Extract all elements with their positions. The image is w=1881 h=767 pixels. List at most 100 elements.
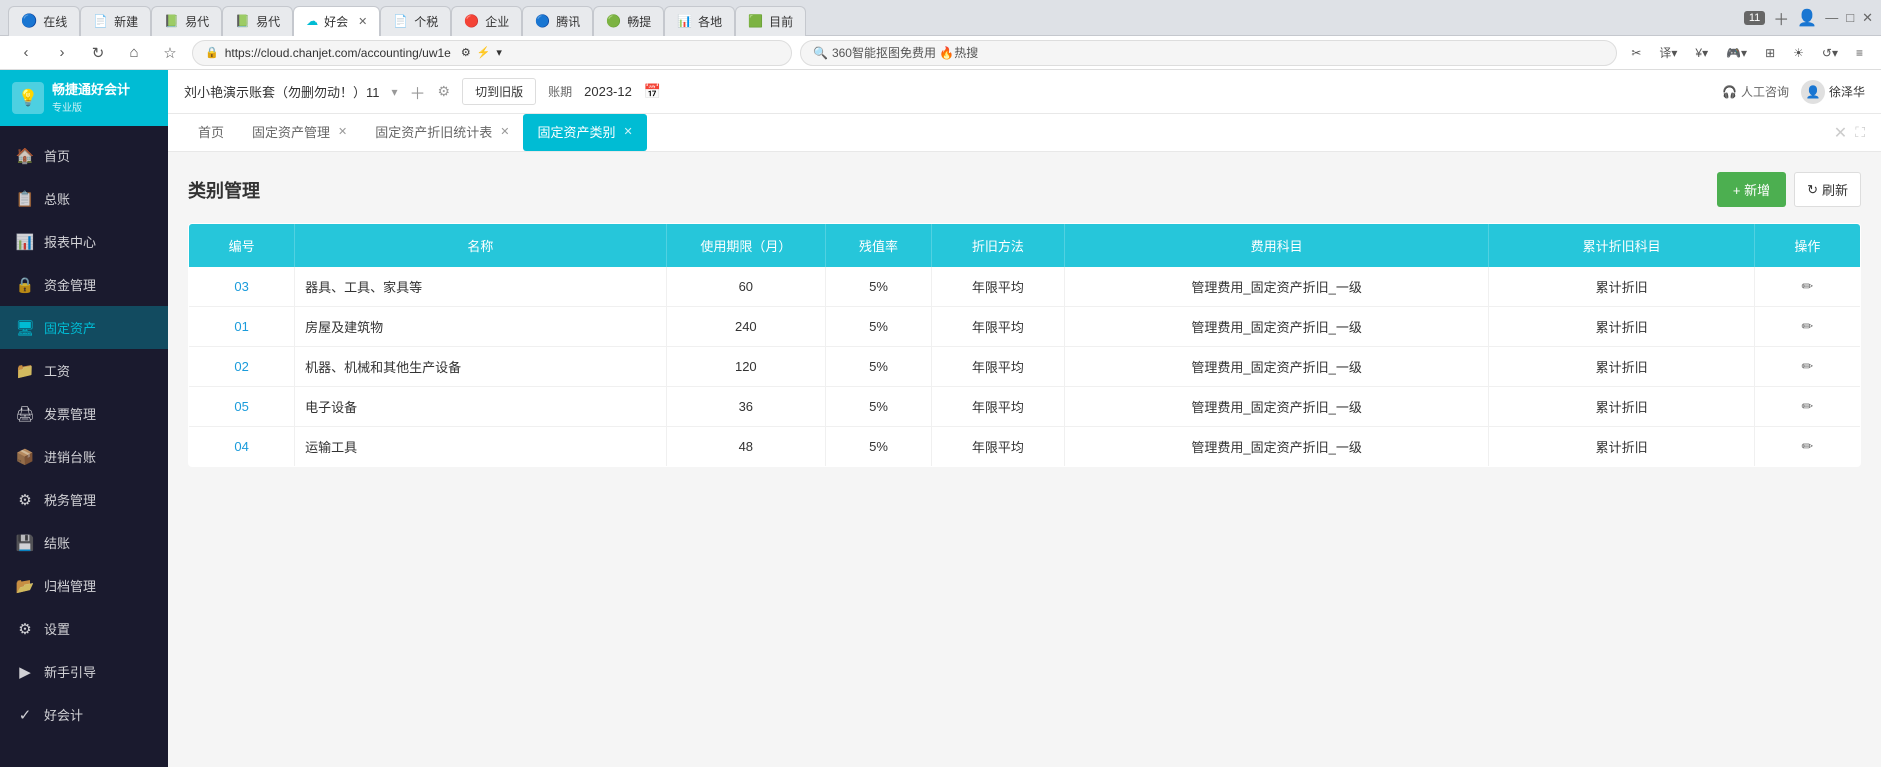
game-tool[interactable]: 🎮▾: [1720, 44, 1753, 62]
header-name: 名称: [295, 224, 667, 268]
sidebar-item-archive[interactable]: 📂 归档管理: [0, 564, 168, 607]
tab-yidai1[interactable]: 📗 易代: [151, 6, 222, 36]
sidebar-item-newbie-guide[interactable]: ▶ 新手引导: [0, 650, 168, 693]
tab-asset-category[interactable]: 固定资产类别 ✕: [523, 114, 646, 151]
sidebar-item-fixed-asset[interactable]: 🖥 固定资产: [0, 306, 168, 349]
sidebar-item-checkout[interactable]: 💾 结账: [0, 521, 168, 564]
add-company-icon[interactable]: ＋: [410, 80, 426, 104]
address-bar: ‹ › ↻ ⌂ ☆ 🔒 https://cloud.chanjet.com/ac…: [0, 36, 1881, 70]
sidebar-item-invoice[interactable]: 🖨 发票管理: [0, 392, 168, 435]
tab-home-label: 首页: [198, 122, 224, 141]
sidebar-item-salary[interactable]: 📁 工资: [0, 349, 168, 392]
tab-label: 各地: [698, 13, 722, 30]
cell-action: ✏: [1754, 267, 1860, 307]
cell-method: 年限平均: [932, 307, 1065, 347]
tab-label: 好会: [324, 13, 348, 30]
cell-code: 05: [189, 387, 295, 427]
tab-depreciation-report[interactable]: 固定资产折旧统计表 ✕: [361, 114, 523, 151]
browser-chrome: 🔵 在线 📄 新建 📗 易代 📗 易代 ☁ 好会 ✕ 📄 个税 🔴 企业: [0, 0, 1881, 36]
back-button[interactable]: ‹: [12, 39, 40, 67]
settings-company-icon[interactable]: ⚙: [438, 83, 451, 100]
grid-tool[interactable]: ⊞: [1759, 44, 1781, 62]
refresh-button[interactable]: ↻ 刷新: [1794, 172, 1861, 207]
cell-expense: 管理费用_固定资产折旧_一级: [1064, 267, 1489, 307]
tab-close-icon[interactable]: ✕: [358, 15, 367, 28]
tab-fixed-asset-mgmt-label: 固定资产管理: [252, 122, 330, 141]
edit-icon[interactable]: ✏: [1802, 438, 1814, 454]
menu-tool[interactable]: ≡: [1850, 44, 1869, 62]
sidebar-item-general-ledger[interactable]: 📋 总账: [0, 177, 168, 220]
dropdown-arrow-icon[interactable]: ▾: [392, 85, 398, 99]
tab-fixed-asset-mgmt-close-icon[interactable]: ✕: [338, 125, 347, 138]
edit-icon[interactable]: ✏: [1802, 278, 1814, 294]
edit-icon[interactable]: ✏: [1802, 398, 1814, 414]
add-button[interactable]: + 新增: [1717, 172, 1786, 207]
history-tool[interactable]: ↺▾: [1816, 44, 1844, 62]
fund-icon: 🔒: [16, 276, 34, 294]
user-info[interactable]: 👤 徐泽华: [1801, 80, 1865, 104]
url-text: https://cloud.chanjet.com/accounting/uw1…: [225, 46, 451, 60]
header-period: 使用期限（月）: [666, 224, 825, 268]
cell-action: ✏: [1754, 427, 1860, 467]
tab-tencent[interactable]: 🔵 腾讯: [522, 6, 593, 36]
sidebar-item-purchase-sales[interactable]: 📦 进销台账: [0, 435, 168, 478]
sidebar-item-good-trial[interactable]: ✓ 好会计: [0, 693, 168, 736]
top-bar-right: 🎧 人工咨询 👤 徐泽华: [1722, 80, 1865, 104]
tab-asset-category-close-icon[interactable]: ✕: [624, 125, 633, 138]
sidebar-item-tax-mgmt[interactable]: ⚙ 税务管理: [0, 478, 168, 521]
calendar-icon[interactable]: 📅: [644, 83, 661, 100]
tab-muqian[interactable]: 🟩 目前: [735, 6, 806, 36]
home-button[interactable]: ⌂: [120, 39, 148, 67]
close-window-icon[interactable]: ✕: [1862, 10, 1873, 26]
bookmark-button[interactable]: ☆: [156, 39, 184, 67]
table-row: 03 器具、工具、家具等 60 5% 年限平均 管理费用_固定资产折旧_一级 累…: [189, 267, 1861, 307]
translate-tool[interactable]: 译▾: [1653, 42, 1683, 63]
tab-qiye[interactable]: 🔴 企业: [451, 6, 522, 36]
edit-icon[interactable]: ✏: [1802, 318, 1814, 334]
coin-tool[interactable]: ¥▾: [1689, 44, 1714, 62]
tab-label: 腾讯: [556, 13, 580, 30]
tab-yidai2[interactable]: 📗 易代: [222, 6, 293, 36]
tab-geshui[interactable]: 📄 个税: [380, 6, 451, 36]
sidebar-label-fund-mgmt: 资金管理: [44, 275, 96, 294]
tab-changtui[interactable]: 🟢 畅提: [593, 6, 664, 36]
maximize-icon[interactable]: □: [1846, 10, 1854, 25]
cell-period: 240: [666, 307, 825, 347]
tab-online[interactable]: 🔵 在线: [8, 6, 80, 36]
scissors-tool[interactable]: ✂: [1625, 44, 1647, 62]
tab-home[interactable]: 首页: [184, 114, 238, 151]
new-tab-icon[interactable]: ＋: [1773, 6, 1789, 30]
sidebar-item-settings[interactable]: ⚙ 设置: [0, 607, 168, 650]
sidebar-label-home: 首页: [44, 146, 70, 165]
minimize-icon[interactable]: —: [1825, 10, 1838, 25]
cell-action: ✏: [1754, 387, 1860, 427]
sidebar-label-purchase-sales: 进销台账: [44, 447, 96, 466]
tab-new[interactable]: 📄 新建: [80, 6, 151, 36]
header-accumulated: 累计折旧科目: [1489, 224, 1754, 268]
edit-icon[interactable]: ✏: [1802, 358, 1814, 374]
refresh-button[interactable]: ↻: [84, 39, 112, 67]
table-row: 01 房屋及建筑物 240 5% 年限平均 管理费用_固定资产折旧_一级 累计折…: [189, 307, 1861, 347]
cell-name: 电子设备: [295, 387, 667, 427]
profile-icon[interactable]: 👤: [1797, 8, 1817, 28]
cell-code: 04: [189, 427, 295, 467]
site-settings-icon[interactable]: ⚙: [461, 46, 471, 59]
expand-url-icon[interactable]: ▾: [496, 46, 502, 59]
brightness-tool[interactable]: ☀: [1787, 44, 1810, 62]
switch-version-button[interactable]: 切到旧版: [462, 78, 536, 105]
tab-fixed-asset-mgmt[interactable]: 固定资产管理 ✕: [238, 114, 361, 151]
forward-button[interactable]: ›: [48, 39, 76, 67]
sidebar-item-fund-mgmt[interactable]: 🔒 资金管理: [0, 263, 168, 306]
tab-haohui[interactable]: ☁ 好会 ✕: [293, 6, 380, 36]
sidebar-item-report-center[interactable]: 📊 报表中心: [0, 220, 168, 263]
sidebar-label-fixed-asset: 固定资产: [44, 318, 96, 337]
search-bar[interactable]: 🔍 360智能抠图免费用 🔥热搜: [800, 40, 1617, 66]
tab-gedi[interactable]: 📊 各地: [664, 6, 735, 36]
salary-icon: 📁: [16, 362, 34, 380]
url-bar[interactable]: 🔒 https://cloud.chanjet.com/accounting/u…: [192, 40, 792, 66]
sidebar-item-home[interactable]: 🏠 首页: [0, 134, 168, 177]
tab-depreciation-close-icon[interactable]: ✕: [500, 125, 509, 138]
expand-tab-icon[interactable]: ⛶: [1855, 124, 1865, 141]
service-button[interactable]: 🎧 人工咨询: [1722, 83, 1789, 100]
close-tab-icon[interactable]: ✕: [1834, 123, 1847, 143]
